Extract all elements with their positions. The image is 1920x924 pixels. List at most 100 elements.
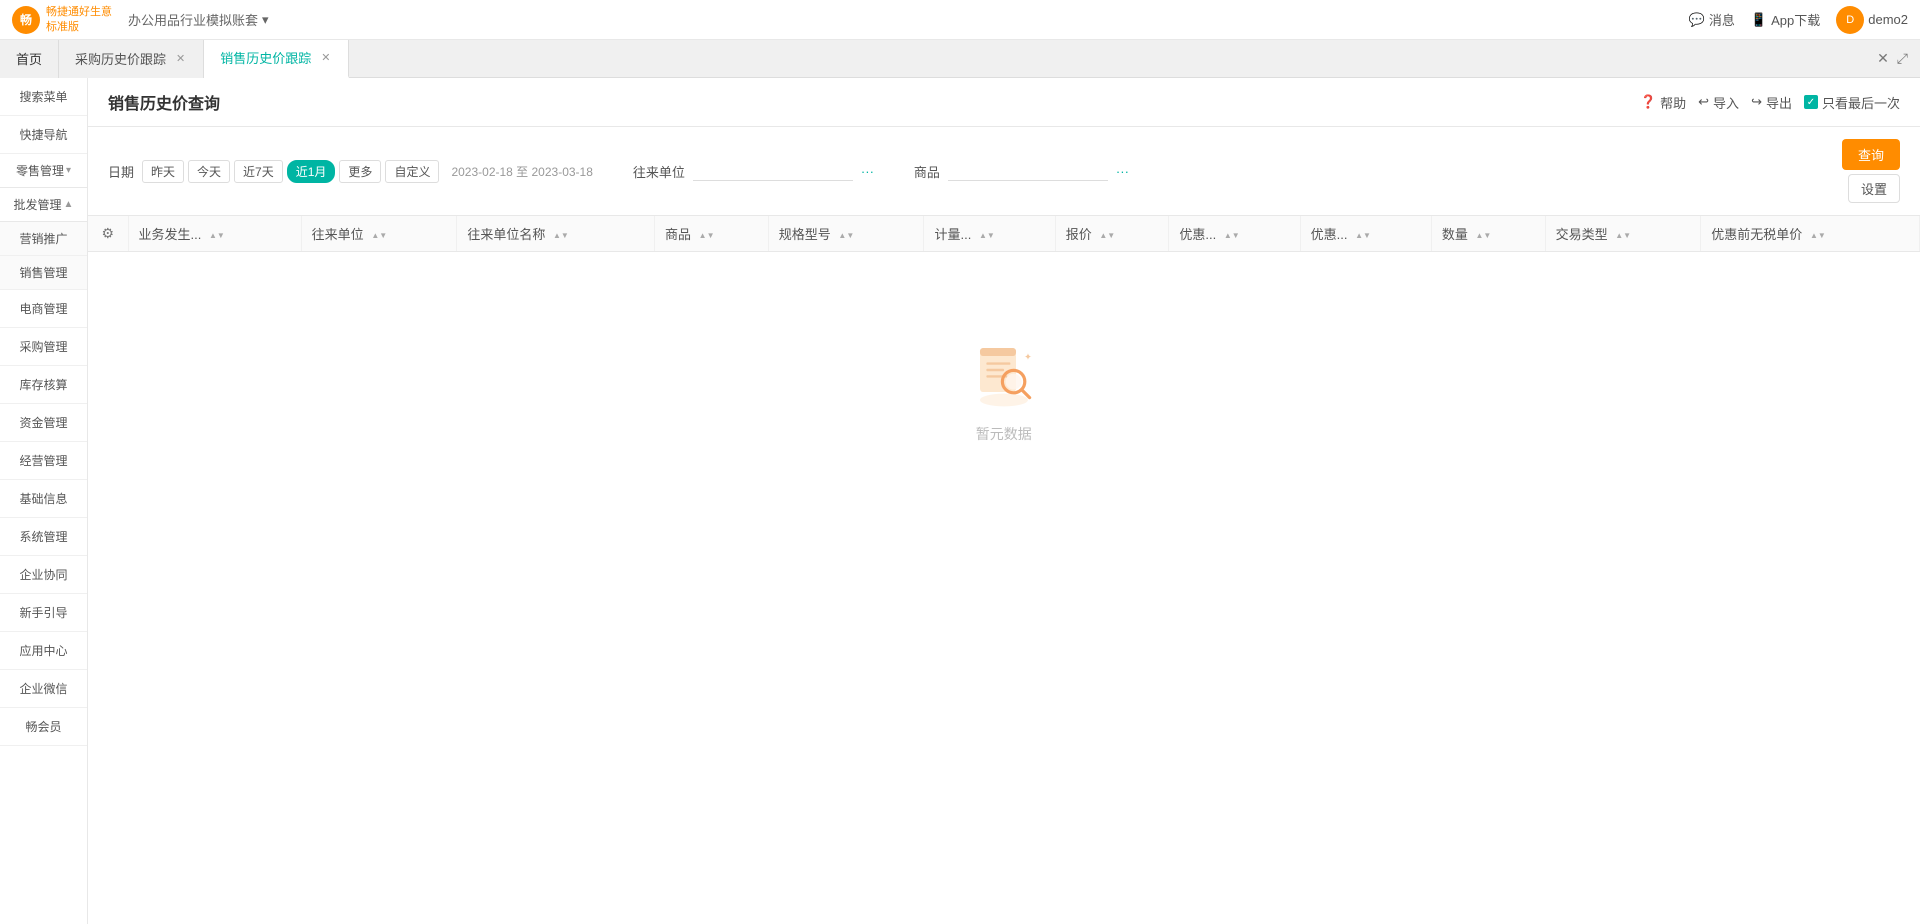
new-user-guide-label: 新手引导 [19,604,67,621]
col-settings: ⚙ [88,216,128,252]
sidebar-item-sales-mgmt[interactable]: 销售管理 [0,256,87,290]
wholesale-mgmt-label: 批发管理 [14,196,62,213]
page-title: 销售历史价查询 [108,90,220,114]
workspace-selector[interactable]: 办公用品行业模拟账套 ▾ [120,6,277,33]
partner-filter-input[interactable] [693,161,853,181]
sort-arrows-unit[interactable]: ▲▼ [979,232,995,240]
date-btn-last1month[interactable]: 近1月 [287,160,336,183]
basic-info-label: 基础信息 [19,490,67,507]
product-filter-dots[interactable]: ··· [1116,164,1129,179]
table-settings-gear[interactable]: ⚙ [101,225,114,241]
sort-arrows-quote[interactable]: ▲▼ [1099,232,1115,240]
top-bar-left: 畅 畅捷通好生意 标准版 办公用品行业模拟账套 ▾ [12,5,277,34]
app-center-label: 应用中心 [19,642,67,659]
empty-text: 暂元数据 [976,424,1032,444]
app-download-button[interactable]: 📱 App下载 [1751,10,1820,29]
sort-arrows-trade-type[interactable]: ▲▼ [1615,232,1631,240]
search-button[interactable]: 查询 [1842,139,1900,170]
col-pre-discount-price: 优惠前无税单价 ▲▼ [1701,216,1920,252]
maximize-button[interactable]: ⤢ [1897,50,1908,67]
partner-filter-group: 往来单位 ··· [633,161,874,181]
sidebar-item-search-menu[interactable]: 搜索菜单 [0,78,87,116]
finance-mgmt-label: 资金管理 [19,414,67,431]
sidebar-item-ecommerce-mgmt[interactable]: 电商管理 [0,290,87,328]
sort-arrows-quantity[interactable]: ▲▼ [1476,232,1492,240]
data-table: ⚙ 业务发生... ▲▼ 往来单位 ▲▼ 往来单位名称 ▲▼ [88,216,1920,524]
logo-icon: 畅 [12,6,40,34]
close-tab-button[interactable]: ✕ [1877,50,1889,67]
tab-sales-history[interactable]: 销售历史价跟踪 ✕ [204,40,349,78]
sidebar-item-new-user-guide[interactable]: 新手引导 [0,594,87,632]
sidebar-item-inventory-check[interactable]: 库存核算 [0,366,87,404]
sort-arrows-discount2[interactable]: ▲▼ [1355,232,1371,240]
product-filter-label: 商品 [914,162,940,181]
sidebar-item-quick-nav[interactable]: 快捷导航 [0,116,87,154]
content-area: 销售历史价查询 ❓ 帮助 ↩ 导入 ↪ 导出 ✓ 只看最后一次 [88,78,1920,924]
sidebar-item-enterprise-collab[interactable]: 企业协同 [0,556,87,594]
user-menu[interactable]: D demo2 [1836,6,1908,34]
product-filter-input[interactable] [948,161,1108,181]
tab-bar: 首页 采购历史价跟踪 ✕ 销售历史价跟踪 ✕ ✕ ⤢ [0,40,1920,78]
purchase-history-tab-close[interactable]: ✕ [174,50,187,67]
logo-text: 畅捷通好生意 标准版 [46,5,112,34]
empty-state: ✦ 暂元数据 [88,252,1920,524]
checkbox-icon: ✓ [1804,95,1818,109]
export-button[interactable]: ↪ 导出 [1751,93,1792,112]
sidebar-item-operations-mgmt[interactable]: 经营管理 [0,442,87,480]
tab-bar-actions: ✕ ⤢ [1877,50,1920,67]
export-icon: ↪ [1751,94,1762,110]
only-last-checkbox[interactable]: ✓ 只看最后一次 [1804,93,1900,112]
date-btn-last7days[interactable]: 近7天 [234,160,283,183]
sort-arrows-discount1[interactable]: ▲▼ [1224,232,1240,240]
empty-state-cell: ✦ 暂元数据 [88,252,1920,525]
help-button[interactable]: ❓ 帮助 [1640,93,1686,112]
settings-button[interactable]: 设置 [1848,174,1900,203]
main-layout: 搜索菜单 快捷导航 零售管理 ▾ 批发管理 ▲ 营销推广 销售管理 电商管理 采… [0,78,1920,924]
date-btn-yesterday[interactable]: 昨天 [142,160,184,183]
sort-arrows-partner-code[interactable]: ▲▼ [371,232,387,240]
sidebar-item-enterprise-wechat[interactable]: 企业微信 [0,670,87,708]
col-unit: 计量... ▲▼ [924,216,1055,252]
col-quantity: 数量 ▲▼ [1431,216,1545,252]
date-btn-today[interactable]: 今天 [188,160,230,183]
tab-home[interactable]: 首页 [0,40,59,78]
table-body: ✦ 暂元数据 [88,252,1920,525]
sort-arrows-product[interactable]: ▲▼ [699,232,715,240]
partner-filter-label: 往来单位 [633,162,685,181]
import-button[interactable]: ↩ 导入 [1698,93,1739,112]
sidebar-item-system-mgmt[interactable]: 系统管理 [0,518,87,556]
sidebar-item-wholesale-mgmt[interactable]: 批发管理 ▲ [0,188,87,222]
download-icon: 📱 [1751,12,1767,28]
sidebar-item-retail-mgmt[interactable]: 零售管理 ▾ [0,154,87,188]
sidebar-item-basic-info[interactable]: 基础信息 [0,480,87,518]
product-filter-group: 商品 ··· [914,161,1129,181]
sidebar-item-finance-mgmt[interactable]: 资金管理 [0,404,87,442]
retail-mgmt-expand-icon: ▾ [66,165,71,176]
sidebar-item-purchase-mgmt[interactable]: 采购管理 [0,328,87,366]
home-tab-label: 首页 [16,49,42,68]
table-header-row: ⚙ 业务发生... ▲▼ 往来单位 ▲▼ 往来单位名称 ▲▼ [88,216,1920,252]
date-btn-custom[interactable]: 自定义 [385,160,439,183]
sort-arrows-biz-date[interactable]: ▲▼ [209,232,225,240]
filter-actions: 查询 设置 [1842,139,1900,203]
col-discount2: 优惠... ▲▼ [1300,216,1431,252]
sort-arrows-pre-discount-price[interactable]: ▲▼ [1810,232,1826,240]
sidebar-item-vip-member[interactable]: 畅会员 [0,708,87,746]
partner-filter-dots[interactable]: ··· [861,164,874,179]
ecommerce-mgmt-label: 电商管理 [19,300,67,317]
sales-history-tab-close[interactable]: ✕ [319,49,332,66]
col-partner-name: 往来单位名称 ▲▼ [457,216,655,252]
import-icon: ↩ [1698,94,1709,110]
sort-arrows-spec[interactable]: ▲▼ [838,232,854,240]
col-partner-code: 往来单位 ▲▼ [301,216,457,252]
table-header: ⚙ 业务发生... ▲▼ 往来单位 ▲▼ 往来单位名称 ▲▼ [88,216,1920,252]
vip-member-label: 畅会员 [25,718,61,735]
date-btn-more[interactable]: 更多 [339,160,381,183]
sort-arrows-partner-name[interactable]: ▲▼ [553,232,569,240]
empty-state-row: ✦ 暂元数据 [88,252,1920,525]
sidebar-item-marketing[interactable]: 营销推广 [0,222,87,256]
message-button[interactable]: 💬 消息 [1689,10,1735,29]
sidebar-item-app-center[interactable]: 应用中心 [0,632,87,670]
filter-area: 日期 昨天 今天 近7天 近1月 更多 自定义 2023-02-18 至 202… [88,127,1920,216]
tab-purchase-history[interactable]: 采购历史价跟踪 ✕ [59,40,204,78]
